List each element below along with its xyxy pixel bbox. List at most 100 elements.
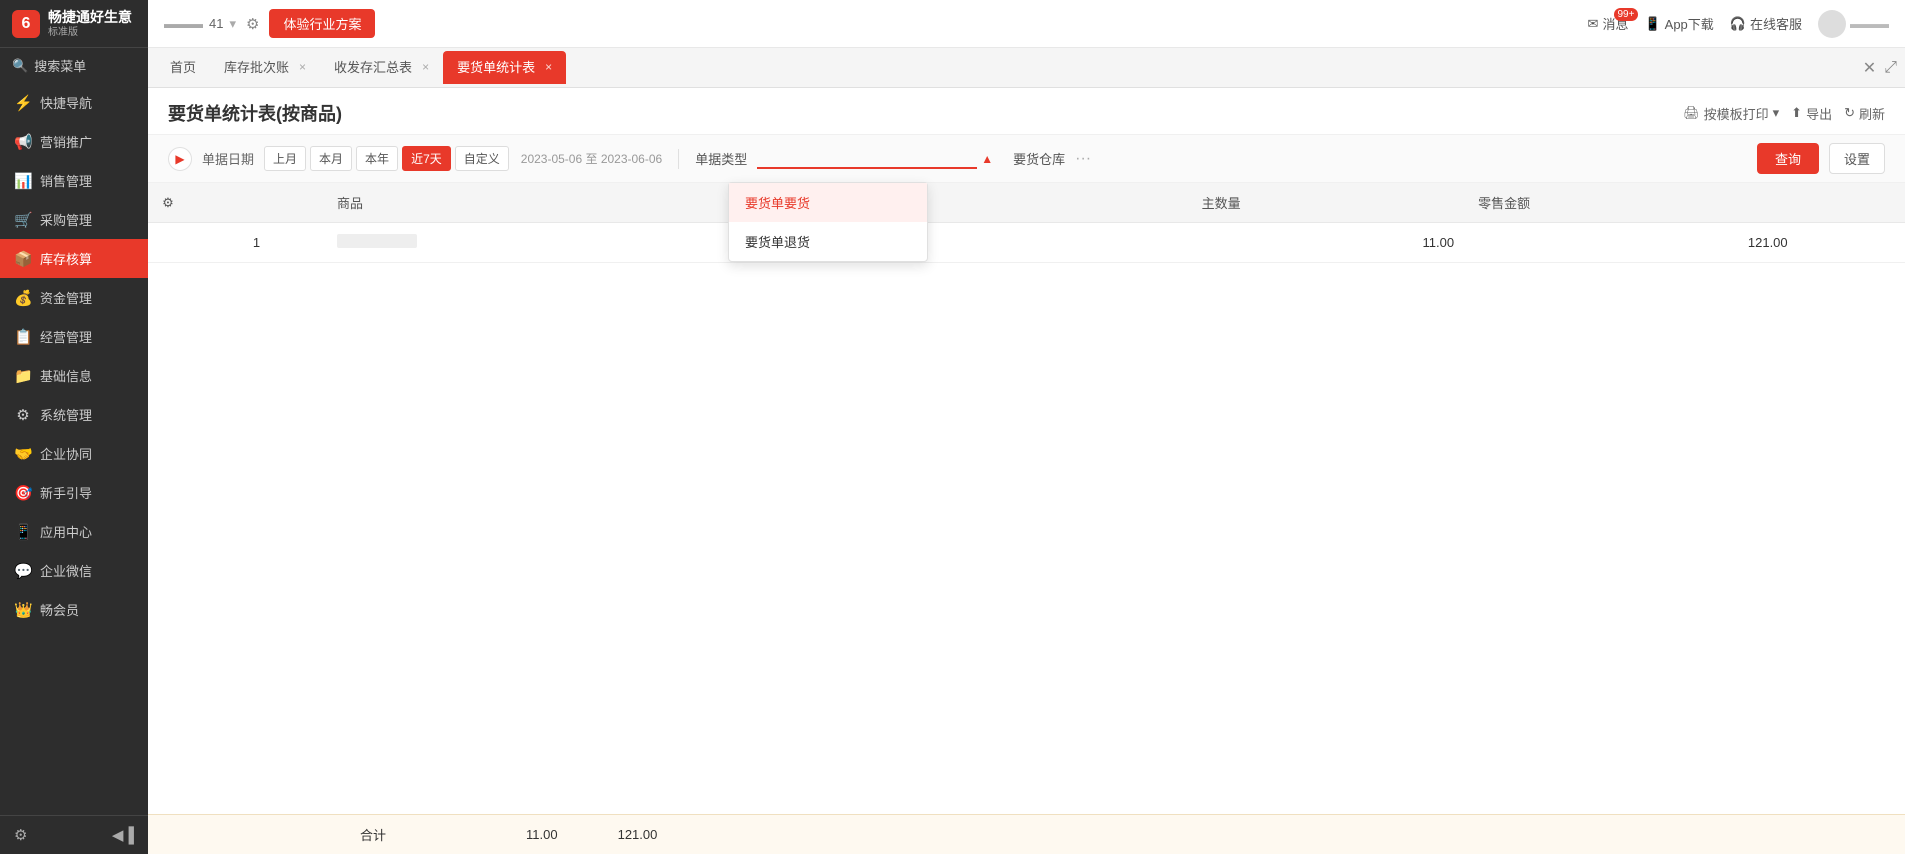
store-number: 41 (209, 16, 223, 31)
refresh-label: 刷新 (1859, 104, 1885, 123)
marketing-icon: 📢 (14, 133, 32, 151)
type-filter-container: ▲ (757, 148, 993, 169)
refresh-icon: ↻ (1844, 105, 1855, 121)
date-btn-year[interactable]: 本年 (356, 146, 398, 171)
product-placeholder (337, 234, 417, 248)
sidebar-item-enterprise[interactable]: 🤝 企业协同 (0, 434, 148, 473)
tab-home[interactable]: 首页 (156, 51, 210, 84)
type-filter-arrow-icon[interactable]: ▲ (981, 152, 993, 166)
user-avatar[interactable]: ▬▬▬ (1818, 10, 1889, 38)
store-selector[interactable]: ▬▬▬ 41 ▾ (164, 16, 236, 32)
sidebar-item-appstore[interactable]: 📱 应用中心 (0, 512, 148, 551)
date-btn-current[interactable]: 本月 (310, 146, 352, 171)
sidebar-item-label: 系统管理 (40, 405, 92, 424)
search-icon: 🔍 (12, 58, 28, 74)
data-table: ⚙ 商品 主计量单位 主数量 零售金额 1 (148, 183, 1905, 263)
app-name: 畅捷通好生意 (48, 8, 132, 26)
page-title: 要货单统计表(按商品) (168, 100, 342, 126)
footer-amount: 121.00 (618, 827, 658, 842)
date-btn-week7[interactable]: 近7天 (402, 146, 451, 171)
sidebar-item-system[interactable]: ⚙ 系统管理 (0, 395, 148, 434)
sidebar-bottom: ⚙ ◀▐ (0, 815, 148, 854)
date-btn-up[interactable]: 上月 (264, 146, 306, 171)
sidebar-item-member[interactable]: 👑 畅会员 (0, 590, 148, 629)
sidebar-item-label: 销售管理 (40, 171, 92, 190)
sidebar-item-label: 畅会员 (40, 600, 79, 619)
col-rownum (188, 183, 325, 223)
date-buttons: 上月 本月 本年 近7天 自定义 (264, 146, 509, 171)
messages-badge: 99+ (1614, 8, 1639, 21)
print-arrow-icon: ▾ (1773, 105, 1780, 121)
sidebar-item-label: 快捷导航 (40, 93, 92, 112)
sales-icon: 📊 (14, 172, 32, 190)
online-service-label: 在线客服 (1750, 14, 1802, 33)
sidebar: 6 畅捷通好生意 标准版 🔍 搜索菜单 ⚡ 快捷导航 📢 营销推广 📊 销售管理… (0, 0, 148, 854)
type-filter-input[interactable] (757, 148, 977, 169)
table-container: ⚙ 商品 主计量单位 主数量 零售金额 1 (148, 183, 1905, 814)
main-content: ▬▬▬ 41 ▾ ⚙ 体验行业方案 ✉ 消息 99+ 📱 App下载 🎧 在线客… (148, 0, 1905, 854)
sidebar-item-sales[interactable]: 📊 销售管理 (0, 161, 148, 200)
sidebar-item-wechat[interactable]: 💬 企业微信 (0, 551, 148, 590)
settings-icon[interactable]: ⚙ (14, 826, 27, 844)
sidebar-item-finance[interactable]: 💰 资金管理 (0, 278, 148, 317)
export-button[interactable]: ⬆ 导出 (1791, 104, 1832, 123)
topbar-gear-icon[interactable]: ⚙ (246, 15, 259, 33)
filter-toggle-button[interactable]: ▶ (168, 147, 192, 171)
sidebar-item-inventory[interactable]: 📦 库存核算 (0, 239, 148, 278)
mobile-icon: 📱 (1644, 16, 1660, 32)
settings-button[interactable]: 设置 (1829, 143, 1885, 174)
collapse-sidebar-icon[interactable]: ◀▐ (112, 826, 134, 844)
app-download-button[interactable]: 📱 App下载 (1644, 14, 1713, 33)
tab-close-all-icon[interactable]: ✕ (1863, 58, 1876, 78)
cell-extra (1800, 223, 1905, 263)
query-button[interactable]: 查询 (1757, 143, 1819, 174)
tab-receive-summary-label: 收发存汇总表 (334, 57, 412, 76)
sidebar-item-basic[interactable]: 📁 基础信息 (0, 356, 148, 395)
sidebar-nav: ⚡ 快捷导航 📢 营销推广 📊 销售管理 🛒 采购管理 📦 库存核算 💰 资金管… (0, 83, 148, 815)
sidebar-item-marketing[interactable]: 📢 营销推广 (0, 122, 148, 161)
filter-divider (678, 149, 679, 169)
sidebar-item-shortcut[interactable]: ⚡ 快捷导航 (0, 83, 148, 122)
type-dropdown-menu: 要货单要货 要货单退货 (728, 182, 928, 262)
print-template-button[interactable]: 🖨 按模板打印 ▾ (1683, 104, 1779, 123)
dropdown-item-order-return[interactable]: 要货单退货 (729, 222, 927, 261)
warehouse-filter-more-icon[interactable]: ··· (1075, 150, 1091, 168)
tab-inventory-batch-label: 库存批次账 (224, 57, 289, 76)
type-filter-label: 单据类型 (695, 149, 747, 168)
tab-order-stats[interactable]: 要货单统计表 × (443, 51, 566, 84)
messages-button[interactable]: ✉ 消息 99+ (1588, 14, 1629, 33)
tab-inventory-batch[interactable]: 库存批次账 × (210, 51, 320, 84)
tab-receive-summary-close[interactable]: × (422, 60, 429, 74)
appstore-icon: 📱 (14, 523, 32, 541)
sidebar-item-label: 采购管理 (40, 210, 92, 229)
page-area: 要货单统计表(按商品) 🖨 按模板打印 ▾ ⬆ 导出 ↻ 刷新 ▶ (148, 88, 1905, 854)
print-label: 按模板打印 (1704, 104, 1769, 123)
table-footer: 合计 11.00 121.00 (148, 814, 1905, 854)
online-service-button[interactable]: 🎧 在线客服 (1730, 14, 1802, 33)
tab-inventory-batch-close[interactable]: × (299, 60, 306, 74)
sidebar-item-guide[interactable]: 🎯 新手引导 (0, 473, 148, 512)
sidebar-search[interactable]: 🔍 搜索菜单 (0, 48, 148, 83)
tab-expand-icon[interactable]: ⤢ (1884, 59, 1897, 77)
tab-receive-summary[interactable]: 收发存汇总表 × (320, 51, 443, 84)
operations-icon: 📋 (14, 328, 32, 346)
refresh-button[interactable]: ↻ 刷新 (1844, 104, 1885, 123)
shortcut-icon: ⚡ (14, 94, 32, 112)
system-icon: ⚙ (14, 406, 32, 424)
tab-home-label: 首页 (170, 57, 196, 76)
tabs-bar: 首页 库存批次账 × 收发存汇总表 × 要货单统计表 × ✕ ⤢ (148, 48, 1905, 88)
sidebar-item-label: 企业微信 (40, 561, 92, 580)
sidebar-item-purchase[interactable]: 🛒 采购管理 (0, 200, 148, 239)
warehouse-filter-label: 要货仓库 (1013, 149, 1065, 168)
date-filter-label: 单据日期 (202, 149, 254, 168)
app-logo-icon: 6 (12, 10, 40, 38)
date-btn-custom[interactable]: 自定义 (455, 146, 509, 171)
promo-button[interactable]: 体验行业方案 (269, 9, 375, 38)
col-settings[interactable]: ⚙ (148, 183, 188, 223)
username-placeholder: ▬▬▬ (1850, 16, 1889, 31)
dropdown-item-order-goods[interactable]: 要货单要货 (729, 183, 927, 222)
page-header: 要货单统计表(按商品) 🖨 按模板打印 ▾ ⬆ 导出 ↻ 刷新 (148, 88, 1905, 134)
headset-icon: 🎧 (1730, 16, 1746, 32)
tab-order-stats-close[interactable]: × (545, 60, 552, 74)
sidebar-item-operations[interactable]: 📋 经营管理 (0, 317, 148, 356)
